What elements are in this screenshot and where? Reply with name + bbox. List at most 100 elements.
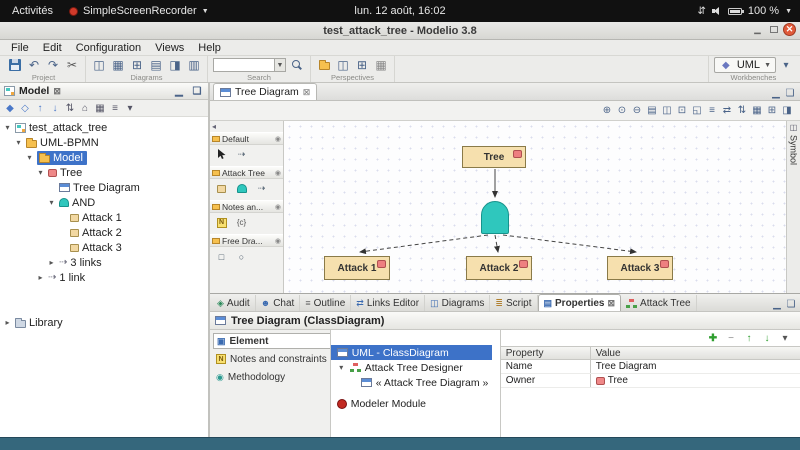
open-project-button[interactable] — [316, 58, 332, 73]
tree-item-and[interactable]: ▾ AND — [0, 195, 208, 210]
workbench-menu-icon[interactable]: ▾ — [779, 59, 793, 72]
cut-button[interactable]: ✂ — [64, 58, 80, 73]
tree-item-1-link[interactable]: ▸ ⇢ 1 link — [0, 270, 208, 285]
tree-item-model[interactable]: ▾ Model — [0, 150, 208, 165]
minimize-button[interactable]: ▁ — [751, 23, 764, 36]
tree-item-tree-diagram[interactable]: Tree Diagram — [0, 180, 208, 195]
tab-audit[interactable]: ◈ Audit — [212, 295, 256, 311]
page-setup-icon[interactable]: ◨ — [780, 104, 794, 117]
expander-icon[interactable]: ▸ — [36, 273, 45, 282]
menu-help[interactable]: Help — [191, 40, 228, 55]
sequence-diagram-button[interactable]: ▤ — [148, 58, 164, 73]
move-up-icon[interactable]: ↑ — [742, 332, 756, 345]
workbench-select[interactable]: ◆ UML ▼ — [713, 57, 776, 73]
menu-edit[interactable]: Edit — [36, 40, 69, 55]
editor-minimize-icon[interactable]: ▁ — [769, 87, 783, 100]
tab-outline[interactable]: ≡ Outline — [300, 295, 352, 311]
search-button[interactable] — [289, 58, 305, 73]
tree-item-attack-2[interactable]: Attack 2 — [0, 225, 208, 240]
side-tab-element[interactable]: ▣ Element — [213, 333, 330, 349]
tree-item-3-links[interactable]: ▸ ⇢ 3 links — [0, 255, 208, 270]
app-indicator-menu[interactable]: SimpleScreenRecorder ▼ — [68, 5, 209, 17]
expander-icon[interactable]: ▾ — [25, 153, 34, 162]
palette-collapse-icon[interactable]: ◂ — [212, 122, 216, 131]
move-down-icon[interactable]: ↓ — [760, 332, 774, 345]
clock[interactable]: lun. 12 août, 16:02 — [354, 5, 445, 17]
pin-icon[interactable]: ◉ — [275, 237, 281, 245]
side-tab-notes-constraints[interactable]: N Notes and constraints — [213, 351, 330, 367]
diagram-and-gate[interactable] — [481, 201, 509, 234]
property-value-cell[interactable]: Tree Diagram — [591, 360, 800, 373]
tree-item-attack-1[interactable]: Attack 1 — [0, 210, 208, 225]
column-header-value[interactable]: Value — [591, 347, 800, 359]
palette-section-free-drawing[interactable]: Free Dra... ◉ — [210, 234, 283, 247]
module-tree-item-attack-tree-designer[interactable]: ▾ Attack Tree Designer — [331, 360, 500, 375]
tree-item-tree[interactable]: ▾ Tree — [0, 165, 208, 180]
property-value-cell[interactable]: Tree — [591, 374, 800, 387]
view-menu-icon[interactable]: ▾ — [123, 102, 137, 115]
move-up-icon[interactable]: ↑ — [33, 102, 47, 115]
constraint-tool[interactable]: {c} — [233, 215, 250, 230]
usecase-diagram-button[interactable]: ⊞ — [129, 58, 145, 73]
undo-button[interactable]: ↶ — [26, 58, 42, 73]
diagram-node-attack-2[interactable]: Attack 2 — [466, 256, 532, 280]
class-diagram-button[interactable]: ◫ — [91, 58, 107, 73]
module-tree-item-modeler-module[interactable]: Modeler Module — [331, 396, 500, 411]
perspective-uml-button[interactable]: ◫ — [335, 58, 351, 73]
expander-icon[interactable]: ▾ — [14, 138, 23, 147]
symbol-side-tab[interactable]: ◫ Symbol — [786, 121, 800, 293]
search-input[interactable] — [213, 58, 275, 72]
tab-properties[interactable]: ▤ Properties ⊠ — [537, 294, 622, 311]
zoom-out-icon[interactable]: ⊖ — [630, 104, 644, 117]
flat-view-icon[interactable]: ◆ — [3, 102, 17, 115]
table-menu-icon[interactable]: ▾ — [778, 332, 792, 345]
bpmn-diagram-button[interactable]: ▥ — [186, 58, 202, 73]
package-diagram-button[interactable]: ▦ — [110, 58, 126, 73]
perspective-layout-button[interactable]: ⊞ — [354, 58, 370, 73]
editor-maximize-icon[interactable]: ❏ — [783, 87, 797, 100]
panel-maximize-icon[interactable]: ❏ — [784, 298, 798, 311]
side-tab-methodology[interactable]: ◉ Methodology — [213, 369, 330, 385]
panel-maximize-icon[interactable]: ❏ — [190, 85, 204, 98]
search-dropdown-icon[interactable]: ▼ — [275, 58, 286, 72]
tab-tree-diagram[interactable]: Tree Diagram ⊠ — [213, 83, 318, 100]
perspective-grid-button[interactable]: ▦ — [373, 58, 389, 73]
module-tree-item-classdiagram[interactable]: UML - ClassDiagram — [330, 345, 492, 360]
close-icon[interactable]: ⊠ — [303, 87, 311, 98]
table-row[interactable]: Name Tree Diagram — [500, 360, 800, 374]
select-region-icon[interactable]: ◱ — [690, 104, 704, 117]
redo-button[interactable]: ↷ — [45, 58, 61, 73]
panel-minimize-icon[interactable]: ▁ — [172, 85, 186, 98]
home-icon[interactable]: ⌂ — [78, 102, 92, 115]
diagram-node-attack-1[interactable]: Attack 1 — [324, 256, 390, 280]
state-diagram-button[interactable]: ◨ — [167, 58, 183, 73]
tab-links-editor[interactable]: ⇄ Links Editor — [351, 295, 426, 311]
tab-attack-tree[interactable]: Attack Tree — [621, 295, 697, 311]
activities-button[interactable]: Activités — [8, 5, 57, 17]
hierarchy-view-icon[interactable]: ◇ — [18, 102, 32, 115]
tab-diagrams[interactable]: ◫ Diagrams — [425, 295, 491, 311]
expander-icon[interactable]: ▸ — [3, 318, 12, 327]
tree-item-uml-bpmn[interactable]: ▾ UML-BPMN — [0, 135, 208, 150]
select-tool[interactable] — [213, 147, 230, 162]
remove-property-icon[interactable]: − — [724, 332, 738, 345]
show-grid-icon[interactable]: ⊞ — [765, 104, 779, 117]
zoom-in-icon[interactable]: ⊕ — [600, 104, 614, 117]
panel-minimize-icon[interactable]: ▁ — [770, 298, 784, 311]
palette-section-default[interactable]: Default ◉ — [210, 132, 283, 145]
system-tray[interactable]: ⇵ 100 % ▼ — [697, 5, 792, 17]
filter-icon[interactable]: ≡ — [108, 102, 122, 115]
close-button[interactable]: ✕ — [783, 23, 796, 36]
expander-icon[interactable]: ▾ — [47, 198, 56, 207]
tab-chat[interactable]: ☻ Chat — [256, 295, 301, 311]
ellipse-tool[interactable]: ○ — [233, 249, 250, 264]
note-tool[interactable]: N — [213, 215, 230, 230]
link-tool[interactable]: ⇢ — [233, 147, 250, 162]
menu-configuration[interactable]: Configuration — [69, 40, 148, 55]
pin-icon[interactable]: ◉ — [275, 169, 281, 177]
close-icon[interactable]: ⊠ — [607, 298, 615, 309]
diagram-canvas[interactable]: Tree Attack 1 Attack 2 Attack 3 — [284, 121, 786, 293]
maximize-button[interactable] — [767, 23, 780, 36]
expander-icon[interactable]: ▾ — [36, 168, 45, 177]
tree-item-project[interactable]: ▾ test_attack_tree — [0, 120, 208, 135]
